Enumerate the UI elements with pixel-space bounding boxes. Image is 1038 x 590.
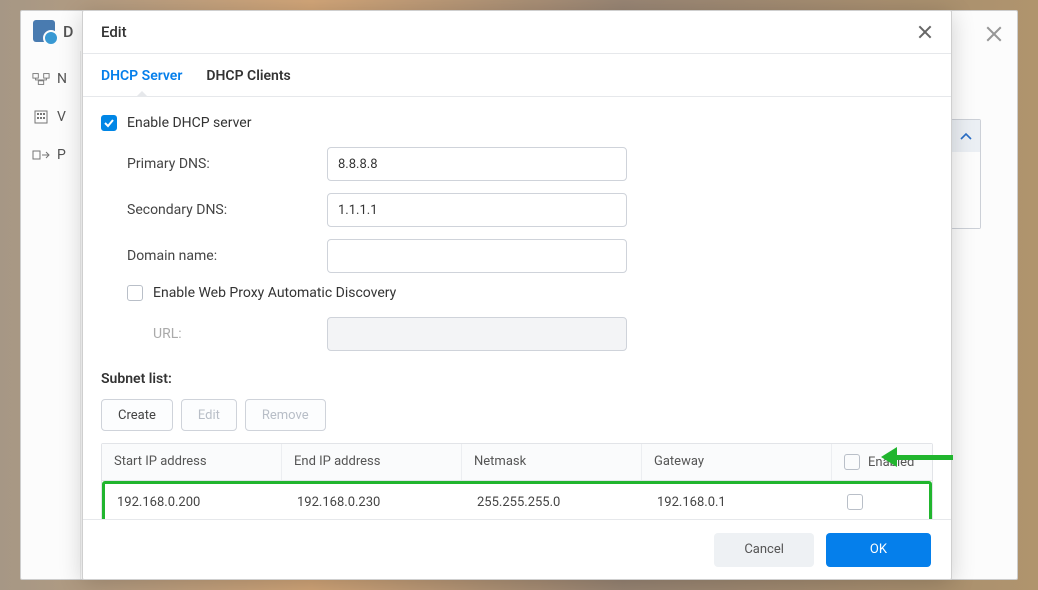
cell-enabled [835, 484, 929, 519]
enable-proxy-label: Enable Web Proxy Automatic Discovery [153, 285, 396, 301]
dialog-header: Edit [83, 11, 951, 53]
ok-button[interactable]: OK [826, 533, 931, 567]
subnet-list-heading: Subnet list: [101, 371, 933, 387]
annotation-arrow [883, 447, 953, 467]
dialog-title: Edit [101, 23, 127, 41]
url-label: URL: [153, 326, 327, 342]
cell-start-ip: 192.168.0.200 [105, 484, 285, 519]
primary-dns-label: Primary DNS: [127, 156, 327, 172]
edit-dialog: Edit DHCP Server DHCP Clients Enable DHC… [82, 10, 952, 580]
enable-dhcp-label: Enable DHCP server [127, 115, 251, 131]
tabs: DHCP Server DHCP Clients [83, 54, 951, 96]
secondary-dns-label: Secondary DNS: [127, 202, 327, 218]
col-end-ip[interactable]: End IP address [282, 444, 462, 480]
tab-dhcp-clients[interactable]: DHCP Clients [206, 68, 290, 96]
cell-end-ip: 192.168.0.230 [285, 484, 465, 519]
table-header: Start IP address End IP address Netmask … [102, 444, 932, 481]
dialog-body: Enable DHCP server Primary DNS: Secondar… [83, 97, 951, 519]
subnet-toolbar: Create Edit Remove [101, 399, 933, 431]
cell-gateway: 192.168.0.1 [645, 484, 835, 519]
url-input [327, 317, 627, 351]
dialog-close-icon[interactable] [917, 24, 933, 40]
secondary-dns-input[interactable] [327, 193, 627, 227]
col-start-ip[interactable]: Start IP address [102, 444, 282, 480]
col-netmask[interactable]: Netmask [462, 444, 642, 480]
primary-dns-input[interactable] [327, 147, 627, 181]
cell-netmask: 255.255.255.0 [465, 484, 645, 519]
row-enabled-checkbox[interactable] [847, 494, 863, 510]
enable-proxy-checkbox[interactable] [127, 285, 143, 301]
edit-button: Edit [181, 399, 237, 431]
table-row[interactable]: 192.168.0.200 192.168.0.230 255.255.255.… [102, 481, 932, 519]
create-button[interactable]: Create [101, 399, 173, 431]
cancel-button[interactable]: Cancel [714, 533, 814, 567]
enable-dhcp-checkbox[interactable] [101, 115, 117, 131]
domain-name-input[interactable] [327, 239, 627, 273]
remove-button: Remove [245, 399, 326, 431]
enabled-header-checkbox[interactable] [844, 454, 860, 470]
dialog-footer: Cancel OK [83, 519, 951, 579]
col-gateway[interactable]: Gateway [642, 444, 832, 480]
domain-name-label: Domain name: [127, 248, 327, 264]
subnet-table: Start IP address End IP address Netmask … [101, 443, 933, 519]
tab-dhcp-server[interactable]: DHCP Server [101, 68, 182, 96]
